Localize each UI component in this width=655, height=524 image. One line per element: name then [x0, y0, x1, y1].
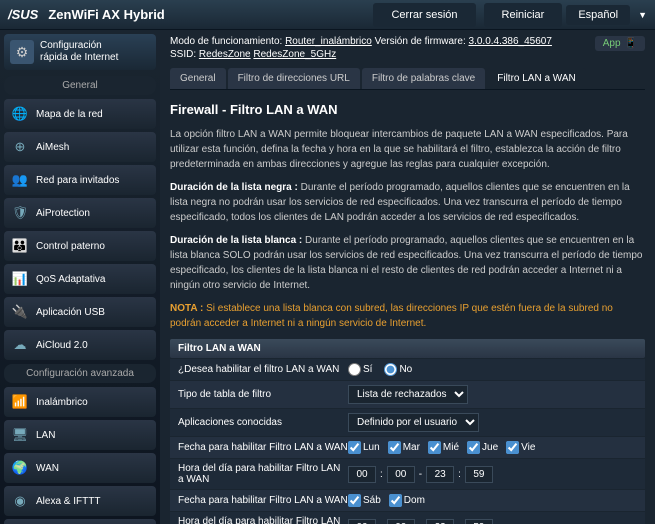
nav-usb[interactable]: 🔌Aplicación USB — [4, 297, 156, 327]
ssid1-link[interactable]: RedesZone — [199, 49, 251, 60]
alexa-icon: ◉ — [10, 491, 30, 511]
ssid2-link[interactable]: RedesZone_5GHz — [253, 49, 336, 60]
wan-icon: 🌍 — [10, 458, 30, 478]
nav-parental[interactable]: 👪Control paterno — [4, 231, 156, 261]
filter-type-select[interactable]: Lista de rechazados — [348, 385, 468, 404]
logout-button[interactable]: Cerrar sesión — [373, 3, 475, 27]
nav-guest[interactable]: 👥Red para invitados — [4, 165, 156, 195]
enable-no-radio[interactable] — [384, 363, 397, 376]
nav-lan[interactable]: 🖥LAN — [4, 420, 156, 450]
day-thu[interactable] — [467, 441, 480, 454]
nav-qos[interactable]: 📊QoS Adaptativa — [4, 264, 156, 294]
reboot-button[interactable]: Reiniciar — [484, 3, 563, 27]
cloud-icon: ☁ — [10, 335, 30, 355]
language-selector[interactable]: Español — [566, 5, 630, 25]
section-general: General — [4, 76, 156, 95]
lang-arrow-icon: ▼ — [638, 10, 647, 20]
nav-wan[interactable]: 🌍WAN — [4, 453, 156, 483]
quick-setup-icon: ⚙ — [10, 40, 34, 64]
day-tue[interactable] — [388, 441, 401, 454]
firmware-link[interactable]: 3.0.0.4.386_45607 — [469, 36, 552, 47]
day-fri[interactable] — [506, 441, 519, 454]
tab-keyword-filter[interactable]: Filtro de palabras clave — [362, 68, 485, 89]
note-text: NOTA : Si establece una lista blanca con… — [170, 301, 645, 331]
nav-wireless[interactable]: 📶Inalámbrico — [4, 387, 156, 417]
tab-general[interactable]: General — [170, 68, 226, 89]
brand-logo: /SUS — [8, 7, 38, 22]
usb-icon: 🔌 — [10, 302, 30, 322]
family-icon: 👪 — [10, 236, 30, 256]
nav-network-map[interactable]: 🌐Mapa de la red — [4, 99, 156, 129]
day-mon[interactable] — [348, 441, 361, 454]
desc-whitelist: Duración de la lista blanca : Durante el… — [170, 233, 645, 293]
mesh-icon: ⊕ — [10, 137, 30, 157]
lan-icon: 🖥 — [10, 425, 30, 445]
nav-aimesh[interactable]: ⊕AiMesh — [4, 132, 156, 162]
desc-intro: La opción filtro LAN a WAN permite bloqu… — [170, 127, 645, 172]
main-content: App📱 Modo de funcionamiento: Router_inal… — [160, 30, 655, 524]
gauge-icon: 📊 — [10, 269, 30, 289]
known-apps-select[interactable]: Definido por el usuario — [348, 413, 479, 432]
shield-icon: 🛡 — [10, 203, 30, 223]
app-badge[interactable]: App📱 — [595, 36, 645, 51]
time2-h[interactable] — [348, 519, 376, 524]
time1-h[interactable] — [348, 466, 376, 483]
desc-blacklist: Duración de la lista negra : Durante el … — [170, 180, 645, 225]
day-sun[interactable] — [389, 494, 402, 507]
day-wed[interactable] — [428, 441, 441, 454]
time2-m2[interactable] — [465, 519, 493, 524]
section-advanced: Configuración avanzada — [4, 364, 156, 383]
model-name: ZenWiFi AX Hybrid — [48, 7, 164, 22]
wifi-icon: 📶 — [10, 392, 30, 412]
nav-aicloud[interactable]: ☁AiCloud 2.0 — [4, 330, 156, 360]
page-title: Firewall - Filtro LAN a WAN — [170, 102, 645, 117]
nav-aiprotection[interactable]: 🛡AiProtection — [4, 198, 156, 228]
time1-m2[interactable] — [465, 466, 493, 483]
enable-yes-radio[interactable] — [348, 363, 361, 376]
nav-alexa[interactable]: ◉Alexa & IFTTT — [4, 486, 156, 516]
mode-link[interactable]: Router_inalámbrico — [285, 36, 372, 47]
time1-m[interactable] — [387, 466, 415, 483]
tab-lan-wan-filter[interactable]: Filtro LAN a WAN — [487, 68, 586, 89]
day-sat[interactable] — [348, 494, 361, 507]
time1-h2[interactable] — [426, 466, 454, 483]
time2-m[interactable] — [387, 519, 415, 524]
quick-setup-button[interactable]: ⚙ Configuraciónrápida de Internet — [4, 34, 156, 70]
users-icon: 👥 — [10, 170, 30, 190]
nav-ipv6[interactable]: ⬢IPv6 — [4, 519, 156, 524]
globe-icon: 🌐 — [10, 104, 30, 124]
tab-url-filter[interactable]: Filtro de direcciones URL — [228, 68, 360, 89]
phone-icon: 📱 — [625, 38, 637, 49]
sidebar: ⚙ Configuraciónrápida de Internet Genera… — [0, 30, 160, 524]
time2-h2[interactable] — [426, 519, 454, 524]
filter-panel-header: Filtro LAN a WAN — [170, 339, 645, 358]
